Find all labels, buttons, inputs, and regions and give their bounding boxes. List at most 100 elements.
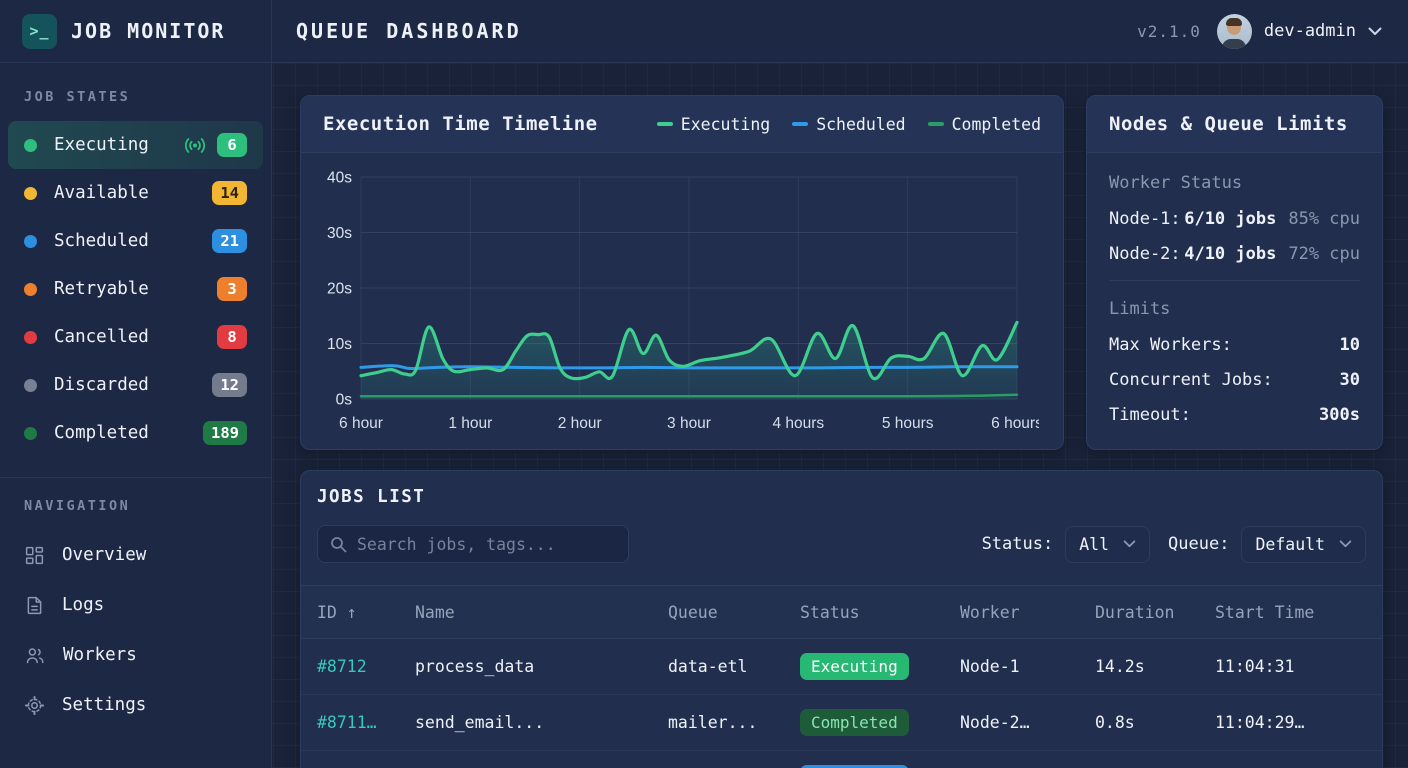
column-header[interactable]: Status <box>800 603 960 622</box>
limits-label: Limits <box>1109 299 1171 319</box>
column-header-id-sorted[interactable]: ID ↑ <box>301 603 415 622</box>
legend-dash <box>927 122 944 126</box>
chart-title: Execution Time Timeline <box>323 113 598 135</box>
status-filter-select[interactable]: All <box>1065 525 1151 563</box>
legend-label: Executing <box>680 114 771 134</box>
column-header[interactable]: Start Time <box>1215 603 1382 622</box>
worker-name: Node-1: <box>1109 209 1181 229</box>
legend-label: Completed <box>951 114 1041 134</box>
legend-item-completed: Completed <box>927 114 1041 134</box>
user-menu[interactable]: dev-admin <box>1216 13 1382 49</box>
state-right: 3 <box>217 277 247 301</box>
job-queue: data-etl <box>668 657 748 676</box>
page-title: QUEUE DASHBOARD <box>296 19 522 43</box>
state-count-badge: 21 <box>212 229 247 253</box>
queue-filter-select[interactable]: Default <box>1241 525 1366 563</box>
limit-label: Max Workers: <box>1109 335 1232 355</box>
state-label: Available <box>54 183 149 203</box>
status-badge: Completed <box>800 709 909 736</box>
limit-value: 10 <box>1339 335 1360 355</box>
table-row[interactable]: #8710process_datamailerScheduledNode-10.… <box>301 751 1382 768</box>
state-dot <box>24 426 37 440</box>
sidebar-item-cancelled[interactable]: Cancelled 8 <box>8 313 263 361</box>
column-header[interactable]: Worker <box>960 603 1095 622</box>
column-header[interactable]: Name <box>415 603 668 622</box>
sidebar-item-settings[interactable]: Settings <box>0 680 271 730</box>
sidebar-item-overview[interactable]: Overview <box>0 530 271 580</box>
status-filter-label: Status: <box>981 534 1054 554</box>
jobs-list-title: JOBS LIST <box>317 487 426 507</box>
timeline-chart-svg: 0s 10s 20s 30s 40s 6 hour 1 hour 2 hour 3 hour 4 … <box>327 170 1043 433</box>
job-id-link[interactable]: #8712 <box>317 657 367 676</box>
state-label: Completed <box>54 423 149 443</box>
sidebar-item-logs[interactable]: Logs <box>0 580 271 630</box>
job-queue: mailer... <box>668 713 758 732</box>
job-id-link[interactable]: #8711… <box>317 713 377 732</box>
y-tick-label: 40s <box>327 170 352 187</box>
x-tick-label: 6 hours <box>991 415 1039 432</box>
chart-legend: Executing Scheduled Completed <box>656 114 1041 134</box>
limit-row: Max Workers: 10 <box>1109 335 1360 355</box>
job-worker: Node-2… <box>960 713 1030 732</box>
column-header[interactable]: Duration <box>1095 603 1215 622</box>
worker-status-row: Node-2: 4/10 jobs 72% cpu <box>1109 244 1360 264</box>
column-header[interactable]: Queue <box>668 603 800 622</box>
table-row[interactable]: #8711… send_email... mailer... Completed Nod… <box>301 695 1382 751</box>
limit-value: 300s <box>1319 405 1360 425</box>
username: dev-admin <box>1263 21 1356 41</box>
status-filter-group: Status: All <box>981 525 1151 563</box>
main-content: Execution Time Timeline Executing Schedul… <box>273 63 1408 768</box>
top-bar: >_ JOB MONITOR QUEUE DASHBOARD v2.1.0 de… <box>0 0 1408 63</box>
state-right: 8 <box>217 325 247 349</box>
sidebar-item-retryable[interactable]: Retryable 3 <box>8 265 263 313</box>
chevron-wrap <box>1339 540 1352 548</box>
chevron-wrap <box>1123 540 1136 548</box>
job-states-list: Executing 6 Available 14 Scheduled 21 Retryabl… <box>0 121 271 457</box>
sidebar: JOB STATES Executing 6 Available 14 Schedule… <box>0 63 272 768</box>
queue-filter-group: Queue: Default <box>1168 525 1366 563</box>
y-tick-label: 20s <box>327 281 352 298</box>
logo-glyph: >_ <box>29 22 50 40</box>
live-signal-icon-wrap <box>183 137 207 154</box>
job-start-time: 11:04:31 <box>1215 657 1295 676</box>
live-signal-icon <box>184 137 206 153</box>
chevron-down-icon <box>1123 540 1136 548</box>
queue-filter-label: Queue: <box>1168 534 1230 554</box>
jobs-list-card: JOBS LIST Status: All Queue: Default ID ↑Na… <box>300 470 1383 768</box>
job-states-heading: JOB STATES <box>24 89 131 105</box>
state-count-badge: 8 <box>217 325 247 349</box>
x-tick-label: 2 hour <box>558 415 602 432</box>
state-count-badge: 6 <box>217 133 247 157</box>
limit-row: Timeout: 300s <box>1109 405 1360 425</box>
nav-label: Settings <box>62 695 147 715</box>
jobs-controls: Status: All Queue: Default <box>317 525 1366 563</box>
sidebar-item-workers[interactable]: Workers <box>0 630 271 680</box>
topbar-right: v2.1.0 dev-admin <box>1137 13 1408 49</box>
navigation-list: Overview Logs Workers Settings <box>0 530 271 730</box>
legend-label: Scheduled <box>816 114 906 134</box>
sidebar-item-scheduled[interactable]: Scheduled 21 <box>8 217 263 265</box>
legend-dash <box>656 122 673 126</box>
x-tick-label: 6 hour <box>339 415 383 432</box>
sidebar-item-completed[interactable]: Completed 189 <box>8 409 263 457</box>
worker-cpu: 72% cpu <box>1288 244 1360 264</box>
search-input[interactable] <box>357 534 616 554</box>
sidebar-item-discarded[interactable]: Discarded 12 <box>8 361 263 409</box>
worker-status-label: Worker Status <box>1109 173 1243 193</box>
table-row[interactable]: #8712 process_data data-etl Executing Node-1… <box>301 639 1382 695</box>
y-tick-label: 10s <box>327 336 352 353</box>
state-count-badge: 189 <box>203 421 247 445</box>
document-icon-wrap <box>24 595 45 616</box>
nav-label: Logs <box>62 595 105 615</box>
limit-label: Timeout: <box>1109 405 1191 425</box>
terminal-logo-icon: >_ <box>22 13 57 49</box>
state-dot <box>24 234 37 248</box>
sidebar-item-executing[interactable]: Executing 6 <box>8 121 263 169</box>
sidebar-item-available[interactable]: Available 14 <box>8 169 263 217</box>
state-dot <box>24 330 37 344</box>
x-tick-label: 1 hour <box>448 415 492 432</box>
job-name: send_email... <box>415 713 545 732</box>
x-tick-label: 4 hours <box>772 415 824 432</box>
state-label: Cancelled <box>54 327 149 347</box>
settings-gear-icon <box>24 695 45 715</box>
